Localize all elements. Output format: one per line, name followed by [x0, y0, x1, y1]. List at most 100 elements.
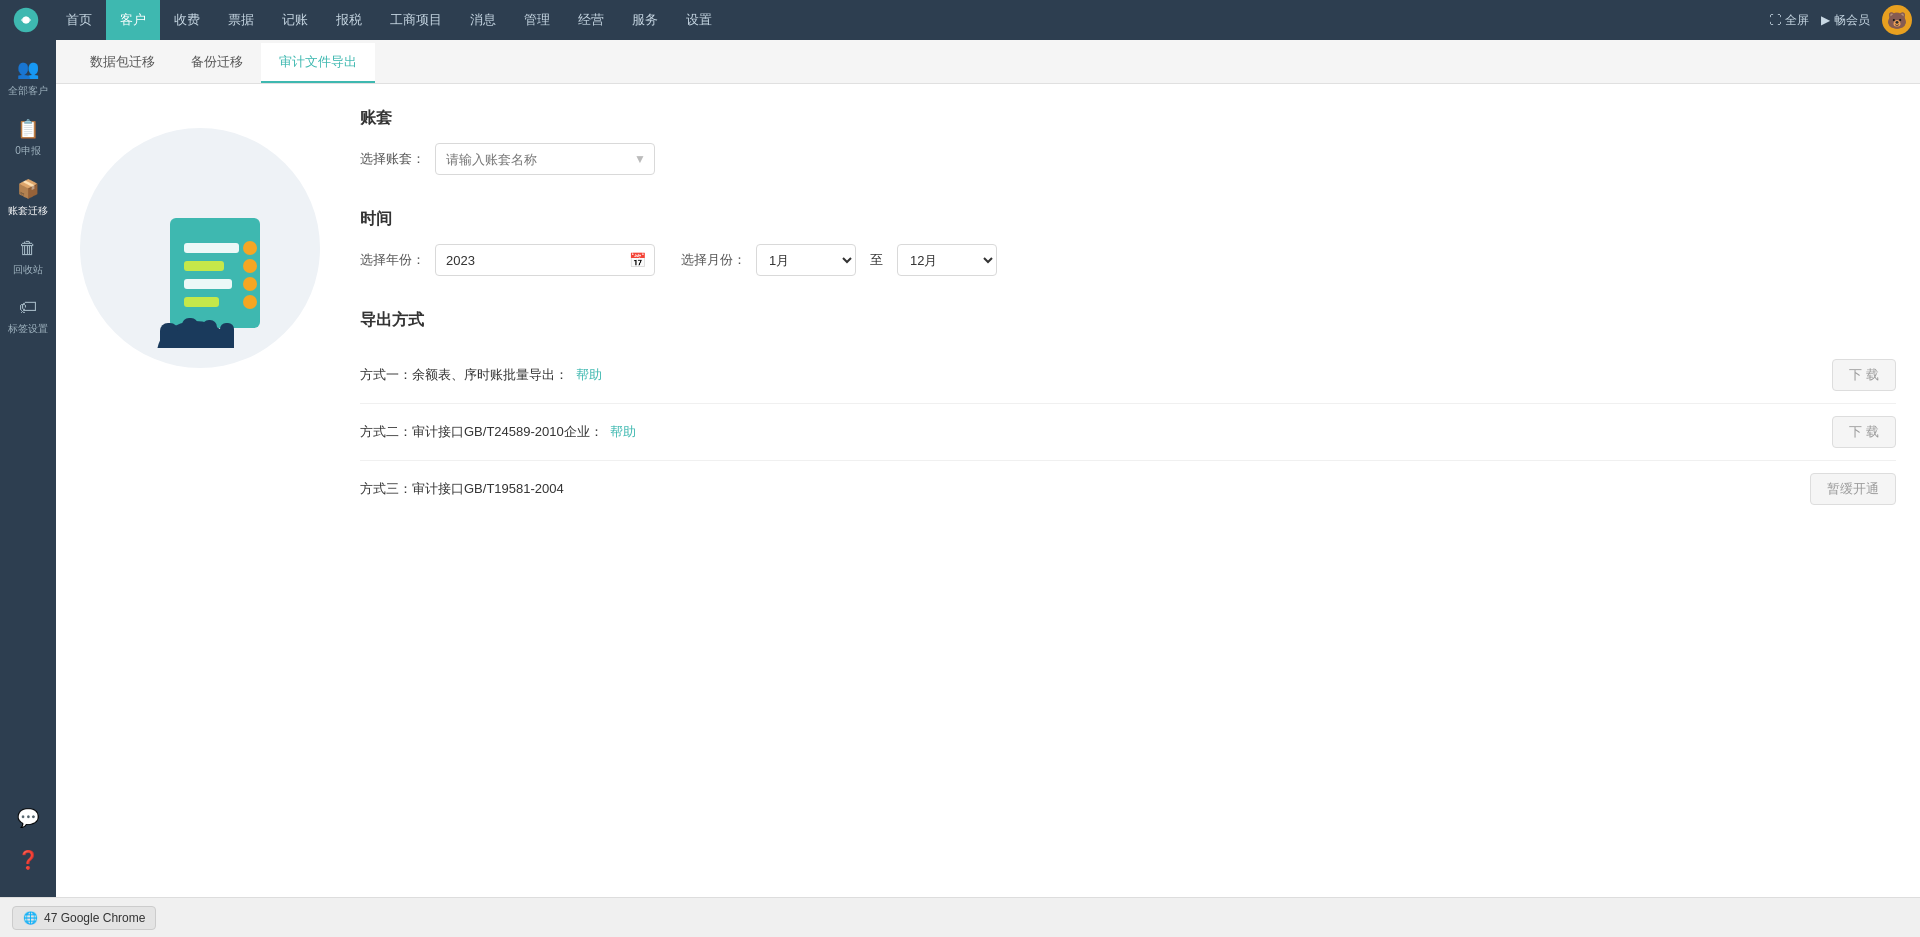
fullscreen-btn[interactable]: ⛶ 全屏: [1769, 12, 1809, 29]
help-link-2[interactable]: 帮助: [610, 424, 636, 439]
illustration-svg: [110, 148, 290, 348]
nav-service[interactable]: 服务: [618, 0, 672, 40]
svg-rect-3: [184, 243, 239, 253]
nav-items: 首页 客户 收费 票据 记账 报税 工商项目 消息 管理 经营 服务 设置: [52, 0, 1769, 40]
sidebar-item-all-clients[interactable]: 👥 全部客户: [0, 48, 56, 108]
taskbar-item-label: 47 Google Chrome: [44, 911, 145, 925]
nav-message[interactable]: 消息: [456, 0, 510, 40]
nav-business[interactable]: 工商项目: [376, 0, 456, 40]
nav-manage[interactable]: 管理: [510, 0, 564, 40]
nav-home[interactable]: 首页: [52, 0, 106, 40]
nav-customer[interactable]: 客户: [106, 0, 160, 40]
migrate-icon: 📦: [17, 178, 39, 200]
month-to-select[interactable]: 1月 2月 3月 4月 5月 6月 7月 8月 9月 10月 11月 12月: [897, 244, 997, 276]
help-link-1[interactable]: 帮助: [576, 367, 602, 382]
taskbar-chrome-item[interactable]: 🌐 47 Google Chrome: [12, 906, 156, 930]
tab-audit-export[interactable]: 审计文件导出: [261, 43, 375, 83]
sidebar-item-zero-report[interactable]: 📋 0申报: [0, 108, 56, 168]
year-label: 选择年份：: [360, 251, 425, 269]
fullscreen-icon: ⛶: [1769, 13, 1781, 27]
svg-rect-5: [184, 279, 232, 289]
svg-point-10: [243, 295, 257, 309]
svg-point-7: [243, 241, 257, 255]
svg-rect-6: [184, 297, 219, 307]
sidebar-bottom: 💬 ❓: [11, 801, 45, 889]
account-form-row: 选择账套： ▼: [360, 143, 1896, 175]
sidebar-label-migrate: 账套迁移: [8, 204, 48, 218]
form-area: 账套 选择账套： ▼ 时间 选择年份：: [360, 108, 1896, 873]
year-input[interactable]: 📅: [435, 244, 655, 276]
time-section: 时间 选择年份： 📅 选择月份： 1月 2月 3月 4月: [360, 209, 1896, 286]
svg-rect-2: [170, 218, 260, 328]
export-section-title: 导出方式: [360, 310, 1896, 331]
export-method-3-label: 方式三：审计接口GB/T19581-2004: [360, 480, 564, 498]
sidebar-label-recycle: 回收站: [13, 263, 43, 277]
time-form-row: 选择年份： 📅 选择月份： 1月 2月 3月 4月 5月 6月: [360, 244, 1896, 276]
main-layout: 👥 全部客户 📋 0申报 📦 账套迁移 🗑 回收站 🏷 标签设置 💬 ❓ 数据包…: [0, 40, 1920, 897]
svg-rect-15: [220, 323, 234, 348]
account-label: 选择账套：: [360, 150, 425, 168]
svg-rect-13: [182, 318, 198, 348]
svg-point-1: [23, 17, 30, 24]
sidebar-label-tags: 标签设置: [8, 322, 48, 336]
time-section-title: 时间: [360, 209, 1896, 230]
export-method-3: 方式三：审计接口GB/T19581-2004 暂缓开通: [360, 461, 1896, 517]
page-content: 账套 选择账套： ▼ 时间 选择年份：: [56, 84, 1920, 897]
svg-point-9: [243, 277, 257, 291]
clients-icon: 👥: [17, 58, 39, 80]
dropdown-icon: ▼: [634, 152, 646, 166]
nav-billing[interactable]: 收费: [160, 0, 214, 40]
nav-tax[interactable]: 报税: [322, 0, 376, 40]
year-field[interactable]: [446, 253, 644, 268]
svg-rect-12: [160, 323, 178, 348]
chrome-icon: 🌐: [23, 911, 38, 925]
illustration-area: [80, 108, 320, 873]
illustration-circle: [80, 128, 320, 368]
app-logo: [8, 2, 44, 38]
recycle-icon: 🗑: [19, 238, 37, 259]
to-label: 至: [866, 251, 887, 269]
account-section: 账套 选择账套： ▼: [360, 108, 1896, 185]
nav-settings[interactable]: 设置: [672, 0, 726, 40]
top-navigation: 首页 客户 收费 票据 记账 报税 工商项目 消息 管理 经营 服务 设置 ⛶ …: [0, 0, 1920, 40]
nav-bookkeeping[interactable]: 记账: [268, 0, 322, 40]
tag-icon: 🏷: [19, 297, 37, 318]
nav-invoice[interactable]: 票据: [214, 0, 268, 40]
sidebar-item-account-migrate[interactable]: 📦 账套迁移: [0, 168, 56, 228]
sidebar-message-icon[interactable]: 💬: [11, 801, 45, 835]
svg-point-8: [243, 259, 257, 273]
zero-report-icon: 📋: [17, 118, 39, 140]
sidebar-item-tag-settings[interactable]: 🏷 标签设置: [0, 287, 56, 346]
sidebar: 👥 全部客户 📋 0申报 📦 账套迁移 🗑 回收站 🏷 标签设置 💬 ❓: [0, 40, 56, 897]
nav-right: ⛶ 全屏 ▶ 畅会员 🐻: [1769, 5, 1912, 35]
month-label: 选择月份：: [681, 251, 746, 269]
content-area: 数据包迁移 备份迁移 审计文件导出: [56, 40, 1920, 897]
download-btn-1[interactable]: 下 载: [1832, 359, 1896, 391]
sidebar-help-icon[interactable]: ❓: [11, 843, 45, 877]
sidebar-label-zero-report: 0申报: [15, 144, 41, 158]
account-input[interactable]: [446, 152, 644, 167]
account-select[interactable]: ▼: [435, 143, 655, 175]
svg-rect-14: [202, 320, 217, 348]
avatar[interactable]: 🐻: [1882, 5, 1912, 35]
export-method-1: 方式一：余额表、序时账批量导出： 帮助 下 载: [360, 347, 1896, 404]
member-icon: ▶: [1821, 13, 1830, 27]
tabs-bar: 数据包迁移 备份迁移 审计文件导出: [56, 40, 1920, 84]
export-method-2-label: 方式二：审计接口GB/T24589-2010企业： 帮助: [360, 423, 636, 441]
export-method-2: 方式二：审计接口GB/T24589-2010企业： 帮助 下 载: [360, 404, 1896, 461]
export-method-1-label: 方式一：余额表、序时账批量导出： 帮助: [360, 366, 602, 384]
taskbar: 🌐 47 Google Chrome: [0, 897, 1920, 937]
calendar-icon: 📅: [629, 252, 646, 268]
tab-data-migration[interactable]: 数据包迁移: [72, 43, 173, 83]
svg-rect-4: [184, 261, 224, 271]
download-btn-2[interactable]: 下 载: [1832, 416, 1896, 448]
member-btn[interactable]: ▶ 畅会员: [1821, 12, 1870, 29]
account-section-title: 账套: [360, 108, 1896, 129]
nav-operation[interactable]: 经营: [564, 0, 618, 40]
open-btn-3[interactable]: 暂缓开通: [1810, 473, 1896, 505]
sidebar-label-clients: 全部客户: [8, 84, 48, 98]
export-section: 导出方式 方式一：余额表、序时账批量导出： 帮助 下 载 方式二：审计接口GB/: [360, 310, 1896, 517]
tab-backup-migration[interactable]: 备份迁移: [173, 43, 261, 83]
month-from-select[interactable]: 1月 2月 3月 4月 5月 6月 7月 8月 9月 10月 11月 12月: [756, 244, 856, 276]
sidebar-item-recycle[interactable]: 🗑 回收站: [0, 228, 56, 287]
